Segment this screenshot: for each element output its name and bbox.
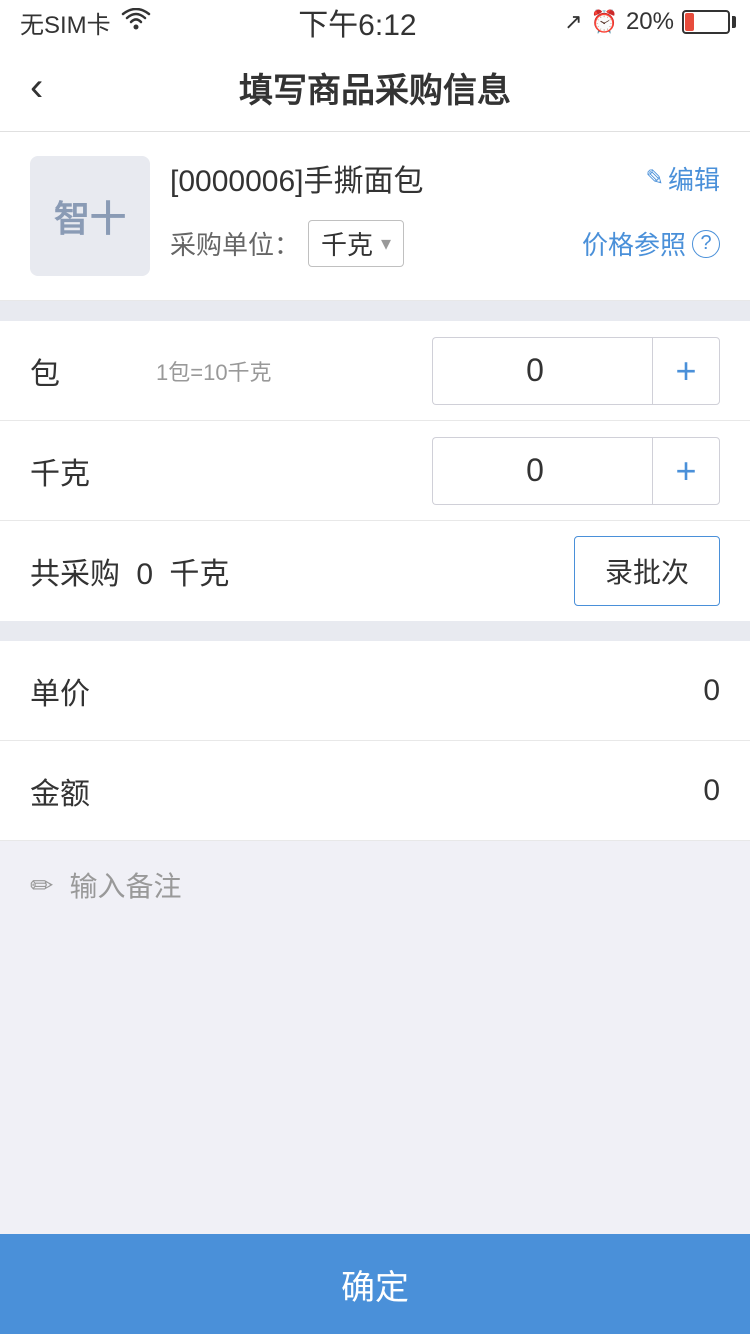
info-section: 单价 0 金额 0 <box>0 641 750 841</box>
unit-price-label: 单价 <box>30 669 90 713</box>
price-ref-button[interactable]: 价格参照 ? <box>582 225 720 262</box>
chevron-down-icon: ▾ <box>381 231 391 256</box>
back-button[interactable]: ‹ <box>30 65 43 110</box>
status-right: ↗ ⏰ 20% <box>564 8 730 36</box>
location-icon: ↗ <box>564 9 582 35</box>
kg-input-right: + <box>432 437 720 505</box>
battery-percent: 20% <box>626 8 674 36</box>
carrier-text: 无SIM卡 <box>20 5 111 40</box>
pack-input-row: 包 1包=10千克 + <box>0 321 750 421</box>
unit-price-value: 0 <box>703 674 720 708</box>
help-icon: ? <box>692 230 720 258</box>
product-image: 智十 <box>30 156 150 276</box>
summary-row: 共采购 0 千克 录批次 <box>0 521 750 621</box>
status-bar: 无SIM卡 下午6:12 ↗ ⏰ 20% <box>0 0 750 44</box>
section-divider-1 <box>0 301 750 321</box>
pack-input-right: + <box>432 337 720 405</box>
kg-label: 千克 <box>30 449 150 493</box>
product-name-row: [0000006]手撕面包 ✎ 编辑 <box>170 156 720 200</box>
notes-placeholder: 输入备注 <box>69 865 181 905</box>
pack-plus-button[interactable]: + <box>652 337 720 405</box>
pack-sub-label: 1包=10千克 <box>156 355 272 387</box>
pack-input[interactable] <box>432 337 652 405</box>
page-title: 填写商品采购信息 <box>239 63 511 112</box>
confirm-button[interactable]: 确定 <box>0 1234 750 1334</box>
section-divider-2 <box>0 621 750 641</box>
edit-button[interactable]: ✎ 编辑 <box>646 160 720 197</box>
notes-section[interactable]: ✏ 输入备注 <box>0 841 750 929</box>
unit-value: 千克 <box>321 225 373 262</box>
amount-value: 0 <box>703 774 720 808</box>
summary-text: 共采购 0 千克 <box>30 549 229 593</box>
purchase-unit-label: 采购单位： <box>170 225 300 262</box>
amount-row: 金额 0 <box>0 741 750 841</box>
unit-selector[interactable]: 千克 ▾ <box>308 220 404 267</box>
input-section: 包 1包=10千克 + 千克 + <box>0 321 750 521</box>
status-left: 无SIM卡 <box>20 5 151 40</box>
nav-bar: ‹ 填写商品采购信息 <box>0 44 750 132</box>
amount-label: 金额 <box>30 769 90 813</box>
pack-label: 包 <box>30 349 150 393</box>
content-area <box>0 929 750 1249</box>
pencil-icon: ✏ <box>30 869 53 902</box>
kg-input-row: 千克 + <box>0 421 750 521</box>
battery-icon <box>682 10 730 34</box>
wifi-icon <box>121 8 151 37</box>
product-name: [0000006]手撕面包 <box>170 156 423 200</box>
status-time: 下午6:12 <box>298 0 416 44</box>
kg-plus-button[interactable]: + <box>652 437 720 505</box>
batch-button[interactable]: 录批次 <box>574 536 720 606</box>
product-info: [0000006]手撕面包 ✎ 编辑 采购单位： 千克 ▾ 价格参照 ? <box>170 156 720 267</box>
product-logo: 智十 <box>54 190 126 242</box>
product-card: 智十 [0000006]手撕面包 ✎ 编辑 采购单位： 千克 ▾ 价格参照 ? <box>0 132 750 301</box>
kg-input[interactable] <box>432 437 652 505</box>
edit-icon: ✎ <box>646 165 664 191</box>
alarm-icon: ⏰ <box>591 9 618 35</box>
purchase-unit-row: 采购单位： 千克 ▾ 价格参照 ? <box>170 220 720 267</box>
unit-price-row: 单价 0 <box>0 641 750 741</box>
